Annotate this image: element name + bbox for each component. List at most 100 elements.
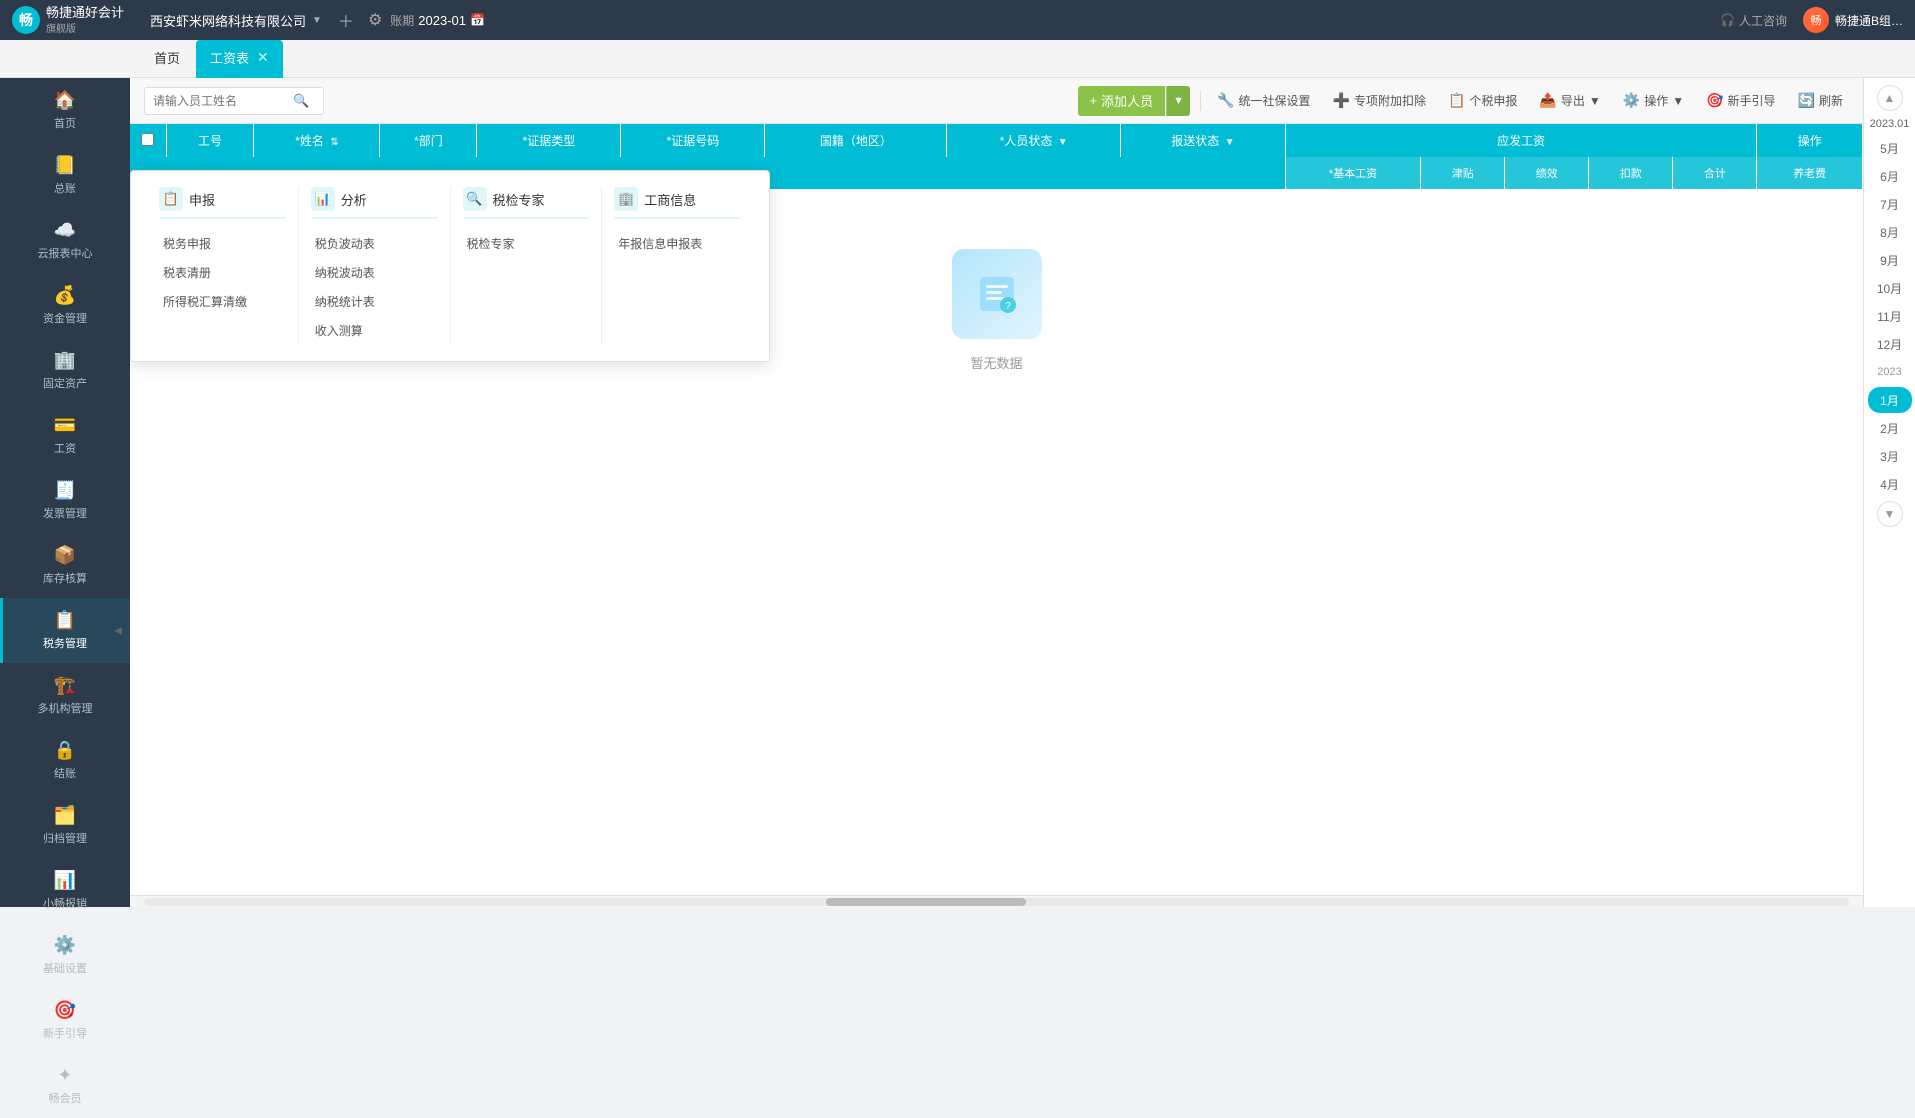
company-selector[interactable]: 西安虾米网络科技有限公司 ▼ bbox=[150, 11, 322, 30]
th-checkbox bbox=[130, 124, 166, 157]
multi-icon: 🏗️ bbox=[54, 675, 76, 696]
cloud-icon: ☁️ bbox=[54, 220, 76, 241]
refresh-button[interactable]: 🔄 刷新 bbox=[1792, 87, 1849, 115]
sidebar-item-multi[interactable]: 🏗️ 多机构管理 bbox=[0, 663, 130, 728]
tax-decl-label: 个税申报 bbox=[1469, 92, 1517, 109]
popup-section-title-declaration: 📋 申报 bbox=[159, 187, 286, 219]
analysis-title: 分析 bbox=[341, 190, 367, 209]
add-dropdown-button[interactable]: ▼ bbox=[1166, 86, 1190, 116]
export-arrow-icon: ▼ bbox=[1589, 94, 1601, 108]
top-bar: 畅 畅捷通好会计 旗舰版 西安虾米网络科技有限公司 ▼ ＋ ⚙ 账期 2023-… bbox=[0, 0, 1915, 40]
support-button[interactable]: 🎧 人工咨询 bbox=[1720, 12, 1787, 29]
time-month-8[interactable]: 8月 bbox=[1868, 219, 1912, 245]
time-month-10[interactable]: 10月 bbox=[1868, 275, 1912, 301]
time-panel: ▲ 2023.01 5月 6月 7月 8月 9月 10月 11月 12月 202… bbox=[1863, 78, 1915, 907]
add-person-button[interactable]: + 添加人员 bbox=[1078, 86, 1166, 116]
person-status-filter-icon[interactable]: ▼ bbox=[1058, 137, 1068, 148]
sidebar-item-archive[interactable]: 🗂️ 归档管理 bbox=[0, 793, 130, 858]
th-report-status: 报送状态 ▼ bbox=[1121, 124, 1286, 157]
action-button[interactable]: ⚙️ 操作 ▼ bbox=[1617, 87, 1690, 115]
menu-annual-report[interactable]: 年报信息申报表 bbox=[614, 229, 741, 258]
invoice-icon: 🧾 bbox=[54, 480, 76, 501]
popup-section-title-expert: 🔍 税检专家 bbox=[463, 187, 590, 219]
time-month-4[interactable]: 4月 bbox=[1868, 471, 1912, 497]
sidebar-item-invoice[interactable]: 🧾 发票管理 bbox=[0, 468, 130, 533]
menu-tax-statistics[interactable]: 纳税统计表 bbox=[311, 287, 438, 316]
logo-area: 畅 畅捷通好会计 旗舰版 bbox=[12, 5, 142, 36]
company-name: 西安虾米网络科技有限公司 bbox=[150, 11, 306, 30]
report-status-filter-icon[interactable]: ▼ bbox=[1225, 137, 1235, 148]
menu-tax-burden[interactable]: 税负波动表 bbox=[311, 229, 438, 258]
guide-button[interactable]: 🎯 新手引导 bbox=[1700, 87, 1781, 115]
time-month-5[interactable]: 5月 bbox=[1868, 135, 1912, 161]
svg-text:?: ? bbox=[1005, 301, 1011, 312]
select-all-checkbox[interactable] bbox=[141, 133, 154, 146]
bizinfo-icon: 🏢 bbox=[614, 187, 638, 211]
search-input[interactable] bbox=[153, 94, 293, 108]
menu-tax-declaration[interactable]: 税务申报 bbox=[159, 229, 286, 258]
menu-income-calc[interactable]: 收入测算 bbox=[311, 316, 438, 345]
menu-tax-expert[interactable]: 税检专家 bbox=[463, 229, 590, 258]
home-icon: 🏠 bbox=[54, 90, 76, 111]
sidebar-item-fund[interactable]: 💰 资金管理 bbox=[0, 273, 130, 338]
tab-salary[interactable]: 工资表 ✕ bbox=[196, 40, 283, 78]
sidebar-item-cloud[interactable]: ☁️ 云报表中心 bbox=[0, 208, 130, 273]
support-label: 人工咨询 bbox=[1739, 12, 1787, 29]
tax-declaration-button[interactable]: 📋 个税申报 bbox=[1442, 87, 1523, 115]
deduction-button[interactable]: ➕ 专项附加扣除 bbox=[1327, 87, 1432, 115]
time-month-12[interactable]: 12月 bbox=[1868, 331, 1912, 357]
calendar-icon[interactable]: 📅 bbox=[470, 13, 485, 27]
tab-close-icon[interactable]: ✕ bbox=[257, 49, 269, 66]
tax-dropdown-popup: 📋 申报 税务申报 税表清册 所得税汇算清缴 📊 分析 税负波动表 纳税波动表 … bbox=[130, 170, 770, 362]
h-scroll-thumb[interactable] bbox=[826, 898, 1026, 906]
time-month-11[interactable]: 11月 bbox=[1868, 303, 1912, 329]
menu-income-tax-clear[interactable]: 所得税汇算清缴 bbox=[159, 287, 286, 316]
time-month-1[interactable]: 1月 bbox=[1868, 387, 1912, 413]
social-security-button[interactable]: 🔧 统一社保设置 bbox=[1211, 87, 1316, 115]
add-button-group: + 添加人员 ▼ bbox=[1078, 86, 1191, 116]
tab-home[interactable]: 首页 bbox=[140, 40, 194, 78]
sidebar-item-tax[interactable]: 📋 税务管理 ◀ bbox=[0, 598, 130, 663]
add-label: 添加人员 bbox=[1101, 91, 1153, 110]
sidebar-item-guide[interactable]: 🎯 新手引导 bbox=[0, 988, 130, 1053]
archive-icon: 🗂️ bbox=[54, 805, 76, 826]
period-label: 账期 bbox=[390, 12, 414, 29]
h-scrollbar[interactable] bbox=[130, 895, 1863, 907]
user-area[interactable]: 畅 畅捷通B组… bbox=[1803, 7, 1903, 33]
time-nav-down[interactable]: ▼ bbox=[1877, 501, 1903, 527]
time-month-7[interactable]: 7月 bbox=[1868, 191, 1912, 217]
sidebar-item-home[interactable]: 🏠 首页 bbox=[0, 78, 130, 143]
search-box: 🔍 bbox=[144, 87, 324, 115]
sidebar-item-member[interactable]: ✦ 畅会员 bbox=[0, 1053, 130, 1118]
menu-tax-register[interactable]: 税表清册 bbox=[159, 258, 286, 287]
search-icon[interactable]: 🔍 bbox=[293, 93, 309, 109]
sidebar-item-basic[interactable]: ⚙️ 基础设置 bbox=[0, 923, 130, 988]
sidebar-item-salary[interactable]: 💳 工资 bbox=[0, 403, 130, 468]
th-dept: *部门 bbox=[380, 124, 477, 157]
add-icon[interactable]: ＋ bbox=[338, 8, 354, 32]
settings-icon[interactable]: ⚙ bbox=[368, 10, 382, 30]
inventory-icon: 📦 bbox=[54, 545, 76, 566]
sidebar-item-assets[interactable]: 🏢 固定资产 bbox=[0, 338, 130, 403]
time-month-3[interactable]: 3月 bbox=[1868, 443, 1912, 469]
guide-btn-icon: 🎯 bbox=[1706, 92, 1723, 109]
sidebar-item-inventory[interactable]: 📦 库存核算 bbox=[0, 533, 130, 598]
social-label: 统一社保设置 bbox=[1238, 92, 1310, 109]
fund-icon: 💰 bbox=[54, 285, 76, 306]
logo-icon: 畅 bbox=[12, 6, 40, 34]
tax-decl-icon: 📋 bbox=[1448, 92, 1465, 109]
time-month-9[interactable]: 9月 bbox=[1868, 247, 1912, 273]
sidebar-item-ledger[interactable]: 📒 总账 bbox=[0, 143, 130, 208]
menu-tax-payment[interactable]: 纳税波动表 bbox=[311, 258, 438, 287]
deduction-label: 专项附加扣除 bbox=[1354, 92, 1426, 109]
export-button[interactable]: 📤 导出 ▼ bbox=[1533, 87, 1606, 115]
sidebar-item-close[interactable]: 🔒 结账 bbox=[0, 728, 130, 793]
empty-icon: ? bbox=[952, 249, 1042, 339]
time-month-2[interactable]: 2月 bbox=[1868, 415, 1912, 441]
h-scroll-track bbox=[144, 898, 1849, 906]
time-nav-up[interactable]: ▲ bbox=[1877, 85, 1903, 111]
sidebar-item-xiaochang[interactable]: 📊 小畅报销 bbox=[0, 858, 130, 923]
name-sort-icon[interactable]: ⇅ bbox=[330, 137, 338, 148]
popup-section-analysis: 📊 分析 税负波动表 纳税波动表 纳税统计表 收入测算 bbox=[299, 187, 451, 345]
time-month-6[interactable]: 6月 bbox=[1868, 163, 1912, 189]
